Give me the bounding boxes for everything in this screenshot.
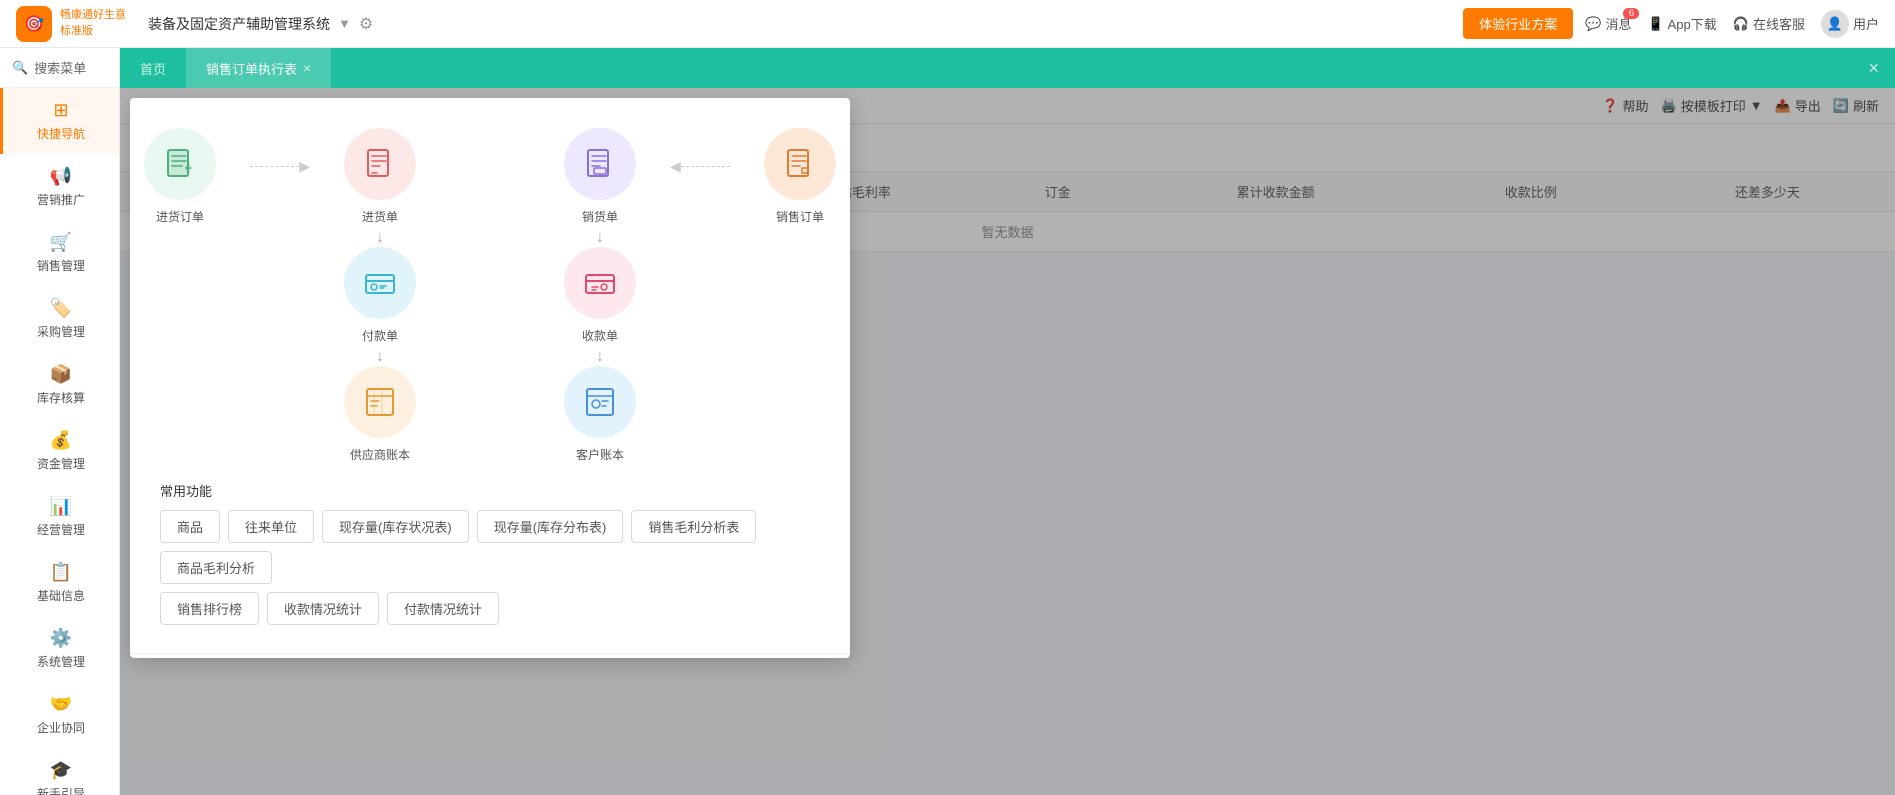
- func-btn-product-profit[interactable]: 商品毛利分析: [160, 551, 272, 584]
- sidebar-item-quick-nav[interactable]: ⊞ 快捷导航: [0, 88, 119, 154]
- sidebar-item-system[interactable]: ⚙️ 系统管理: [0, 616, 119, 682]
- trial-button[interactable]: 体验行业方案: [1463, 8, 1573, 39]
- customer-account-circle: [564, 366, 636, 438]
- func-btn-contacts[interactable]: 往来单位: [228, 510, 314, 543]
- func-buttons-row2: 销售排行榜 收款情况统计 付款情况统计: [160, 592, 820, 625]
- func-btn-product[interactable]: 商品: [160, 510, 220, 543]
- app-download-icon: 📱: [1647, 16, 1663, 32]
- supplier-account-circle: [344, 366, 416, 438]
- top-bar-right: 💬 消息 6 📱 App下载 🎧 在线客服 👤 用户: [1585, 10, 1879, 38]
- purchase-bill-circle: [344, 128, 416, 200]
- sidebar-search[interactable]: 🔍 搜索菜单: [0, 48, 119, 88]
- func-btn-receipt-stats[interactable]: 收款情况统计: [267, 592, 379, 625]
- system-title-area: 装备及固定资产辅助管理系统 ▼ ⚙: [148, 14, 1451, 34]
- flow-node-purchase-order[interactable]: 进货订单: [130, 128, 250, 225]
- inventory-icon: 📦: [50, 364, 72, 385]
- content-area: 首页 销售订单执行表 × × ❓ 帮助 🖨️: [120, 48, 1895, 795]
- flow-node-sales-bill[interactable]: 销货单: [530, 128, 670, 225]
- tab-close-icon[interactable]: ×: [303, 61, 311, 75]
- flow-node-payment-bill[interactable]: 付款单: [310, 247, 450, 344]
- purchase-order-circle: [144, 128, 216, 200]
- sidebar-item-sales[interactable]: 🛒 销售管理: [0, 220, 119, 286]
- sales-order-circle: [764, 128, 836, 200]
- flow-node-sales-order[interactable]: 销售订单: [730, 128, 850, 225]
- title-dropdown-icon[interactable]: ▼: [338, 16, 351, 31]
- sidebar-item-guide[interactable]: 🎓 新手引导: [0, 748, 119, 795]
- func-btn-sales-profit[interactable]: 销售毛利分析表: [631, 510, 756, 543]
- app-download-button[interactable]: 📱 App下载: [1647, 14, 1716, 33]
- message-button[interactable]: 💬 消息 6: [1585, 14, 1631, 33]
- flow-node-supplier-account[interactable]: 供应商账本: [310, 366, 450, 463]
- quick-nav-icon: ⊞: [53, 100, 68, 121]
- sidebar-item-marketing[interactable]: 📢 营销推广: [0, 154, 119, 220]
- modal: 进货订单 ▶: [130, 98, 850, 658]
- title-settings-icon[interactable]: ⚙: [359, 14, 373, 34]
- tab-bar-close-icon[interactable]: ×: [1852, 58, 1895, 79]
- sidebar-item-inventory[interactable]: 📦 库存核算: [0, 352, 119, 418]
- modal-overlay: 进货订单 ▶: [120, 88, 1895, 795]
- sidebar-item-purchase[interactable]: 🏷️ 采购管理: [0, 286, 119, 352]
- tab-home[interactable]: 首页: [120, 48, 186, 88]
- func-btn-sales-rank[interactable]: 销售排行榜: [160, 592, 259, 625]
- func-btn-stock-status[interactable]: 现存量(库存状况表): [322, 510, 469, 543]
- flow-node-receipt-bill[interactable]: 收款单: [530, 247, 670, 344]
- purchase-icon: 🏷️: [50, 298, 72, 319]
- sidebar-item-enterprise[interactable]: 🤝 企业协同: [0, 682, 119, 748]
- message-icon: 💬: [1585, 16, 1601, 32]
- common-functions: 常用功能 商品 往来单位 现存量(库存状况表) 现存量(库存分布表) 销售毛利分…: [160, 481, 820, 625]
- customer-service-button[interactable]: 🎧 在线客服: [1733, 14, 1805, 33]
- logo-text: 畅康通好生意 标准版: [60, 8, 126, 39]
- sales-bill-circle: [564, 128, 636, 200]
- flow-node-customer-account[interactable]: 客户账本: [530, 366, 670, 463]
- modal-scrollbar: ◀ ▶: [130, 653, 850, 658]
- basic-icon: 📋: [50, 562, 72, 583]
- message-badge: 6: [1623, 8, 1639, 19]
- user-menu[interactable]: 👤 用户: [1821, 10, 1879, 38]
- sidebar-item-operation[interactable]: 📊 经营管理: [0, 484, 119, 550]
- modal-content: 进货订单 ▶: [130, 98, 850, 653]
- enterprise-icon: 🤝: [50, 694, 72, 715]
- marketing-icon: 📢: [50, 166, 72, 187]
- system-icon: ⚙️: [50, 628, 72, 649]
- sidebar-item-basic[interactable]: 📋 基础信息: [0, 550, 119, 616]
- search-icon: 🔍: [12, 60, 28, 76]
- sidebar: 🔍 搜索菜单 ⊞ 快捷导航 📢 营销推广 🛒 销售管理 🏷️ 采购管理 📦: [0, 48, 120, 795]
- finance-icon: 💰: [50, 430, 72, 451]
- user-avatar: 👤: [1821, 10, 1849, 38]
- main-layout: 🔍 搜索菜单 ⊞ 快捷导航 📢 营销推广 🛒 销售管理 🏷️ 采购管理 📦: [0, 48, 1895, 795]
- page-content: ❓ 帮助 🖨️ 按模板打印 ▼ 📤 导出 🔄 刷新: [120, 88, 1895, 795]
- operation-icon: 📊: [50, 496, 72, 517]
- common-functions-title: 常用功能: [160, 481, 820, 500]
- flow-node-purchase-bill[interactable]: 进货单: [310, 128, 450, 225]
- guide-icon: 🎓: [50, 760, 72, 781]
- app-logo: 🎯 畅康通好生意 标准版: [16, 6, 136, 42]
- func-btn-payment-stats[interactable]: 付款情况统计: [387, 592, 499, 625]
- func-buttons-row1: 商品 往来单位 现存量(库存状况表) 现存量(库存分布表) 销售毛利分析表 商品…: [160, 510, 820, 584]
- headset-icon: 🎧: [1733, 16, 1749, 32]
- system-title: 装备及固定资产辅助管理系统: [148, 14, 330, 34]
- top-bar: 🎯 畅康通好生意 标准版 装备及固定资产辅助管理系统 ▼ ⚙ 体验行业方案 💬 …: [0, 0, 1895, 48]
- sidebar-item-finance[interactable]: 💰 资金管理: [0, 418, 119, 484]
- tab-bar: 首页 销售订单执行表 × ×: [120, 48, 1895, 88]
- payment-bill-circle: [344, 247, 416, 319]
- func-btn-stock-dist[interactable]: 现存量(库存分布表): [477, 510, 624, 543]
- tab-sales-order[interactable]: 销售订单执行表 ×: [186, 48, 331, 88]
- sales-icon: 🛒: [50, 232, 72, 253]
- logo-icon: 🎯: [16, 6, 52, 42]
- receipt-bill-circle: [564, 247, 636, 319]
